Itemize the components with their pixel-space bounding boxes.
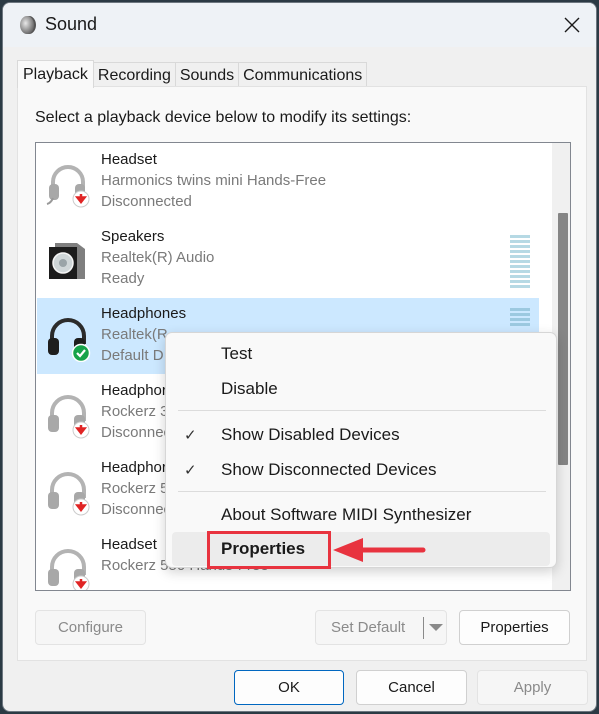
menu-item-test[interactable]: Test bbox=[172, 337, 550, 371]
device-status: Disconnec bbox=[101, 501, 172, 518]
device-status: Ready bbox=[101, 270, 145, 287]
menu-item-show-disabled-devices[interactable]: ✓ Show Disabled Devices bbox=[172, 418, 550, 452]
volume-level-meter bbox=[510, 235, 530, 290]
tab-recording[interactable]: Recording bbox=[92, 62, 176, 87]
cancel-button[interactable]: Cancel bbox=[356, 670, 467, 705]
device-description: Realtek(R) Audio bbox=[101, 249, 215, 266]
device-name: Headset bbox=[101, 151, 157, 168]
close-icon bbox=[564, 17, 580, 33]
device-description: Harmonics twins mini Hands-Free bbox=[101, 172, 327, 189]
device-description: Realtek(R bbox=[101, 326, 168, 343]
device-status: Default D bbox=[101, 347, 164, 364]
scrollbar-thumb[interactable] bbox=[558, 213, 568, 465]
configure-button[interactable]: Configure bbox=[35, 610, 146, 645]
headphones-disconnected-icon bbox=[48, 472, 90, 516]
tab-playback[interactable]: Playback bbox=[17, 60, 94, 88]
menu-item-label: Disable bbox=[221, 379, 278, 398]
instruction-text: Select a playback device below to modify… bbox=[35, 109, 412, 126]
title-bar: Sound bbox=[3, 3, 596, 47]
device-name: Headset bbox=[101, 536, 157, 553]
device-description: Rockerz 5 bbox=[101, 480, 169, 497]
tab-bar: Playback Recording Sounds Communications bbox=[17, 59, 368, 88]
checkmark-icon: ✓ bbox=[184, 427, 197, 444]
menu-item-label: Show Disconnected Devices bbox=[221, 460, 437, 479]
menu-separator bbox=[178, 491, 546, 492]
context-menu: Test Disable ✓ Show Disabled Devices ✓ S… bbox=[165, 332, 557, 568]
apply-button[interactable]: Apply bbox=[477, 670, 588, 705]
close-button[interactable] bbox=[548, 3, 596, 47]
menu-item-label: Show Disabled Devices bbox=[221, 425, 400, 444]
device-name: Speakers bbox=[101, 228, 165, 245]
split-divider bbox=[423, 617, 424, 639]
menu-item-label: About Software MIDI Synthesizer bbox=[221, 505, 472, 524]
menu-item-disable[interactable]: Disable bbox=[172, 372, 550, 406]
menu-separator bbox=[178, 410, 546, 411]
speaker-icon bbox=[49, 243, 85, 279]
device-name: Headphor bbox=[101, 459, 167, 476]
checkmark-icon: ✓ bbox=[184, 462, 197, 479]
headset-disconnected-icon bbox=[46, 165, 90, 208]
device-item[interactable]: Headset Harmonics twins mini Hands-Free … bbox=[37, 144, 537, 220]
tab-sounds[interactable]: Sounds bbox=[174, 62, 240, 87]
headphones-default-icon bbox=[48, 318, 91, 362]
device-status: Disconnected bbox=[101, 193, 192, 210]
set-default-label: Set Default bbox=[331, 619, 406, 636]
annotation-arrow-icon bbox=[333, 538, 426, 562]
device-name: Headphor bbox=[101, 382, 167, 399]
headphones-disconnected-icon bbox=[48, 395, 90, 439]
chevron-down-icon[interactable] bbox=[429, 624, 443, 631]
tab-communications[interactable]: Communications bbox=[238, 62, 368, 87]
menu-item-show-disconnected-devices[interactable]: ✓ Show Disconnected Devices bbox=[172, 453, 550, 487]
menu-item-about-midi[interactable]: About Software MIDI Synthesizer bbox=[172, 498, 550, 532]
device-status: Disconnec bbox=[101, 424, 172, 441]
volume-level-meter bbox=[510, 308, 530, 328]
device-name: Headphones bbox=[101, 305, 187, 322]
device-description: Rockerz 3 bbox=[101, 403, 169, 420]
menu-item-label: Test bbox=[221, 344, 253, 363]
headset-disconnected-icon bbox=[48, 549, 90, 590]
device-item[interactable]: Speakers Realtek(R) Audio Ready bbox=[37, 221, 537, 297]
menu-item-label: Properties bbox=[221, 539, 306, 558]
set-default-split-button[interactable]: Set Default bbox=[315, 610, 447, 645]
speaker-app-icon bbox=[20, 16, 36, 34]
ok-button[interactable]: OK bbox=[234, 670, 344, 705]
window-title: Sound bbox=[45, 14, 98, 34]
properties-button[interactable]: Properties bbox=[459, 610, 570, 645]
